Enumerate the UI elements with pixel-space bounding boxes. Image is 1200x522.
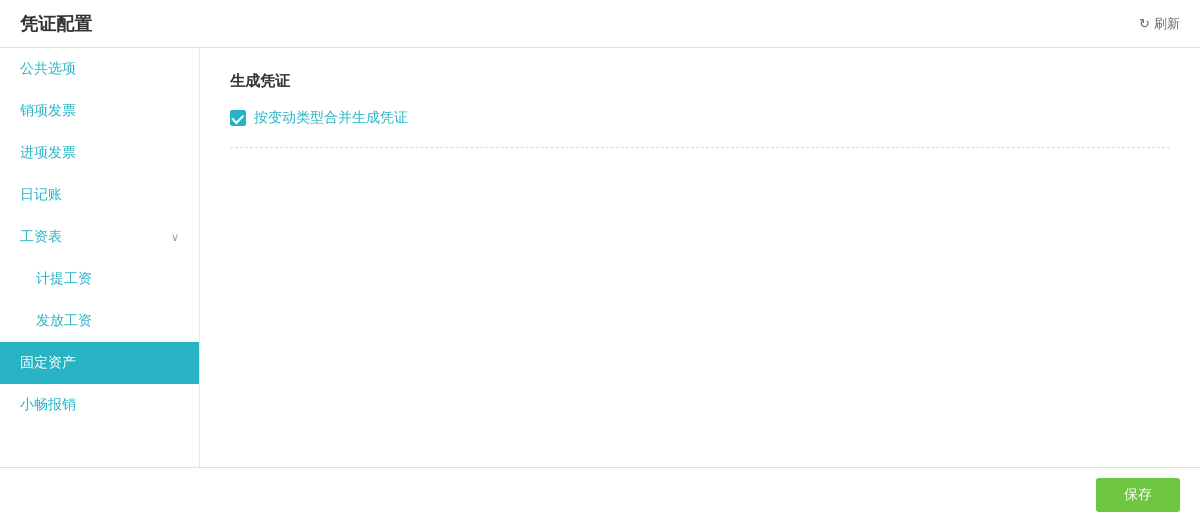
sidebar-item-label: 进项发票 bbox=[20, 144, 76, 162]
body-area: 公共选项 销项发票 进项发票 日记账 工资表 ∨ 计提工资 发放工资 固定资 bbox=[0, 48, 1200, 467]
page-title: 凭证配置 bbox=[20, 12, 92, 36]
sidebar: 公共选项 销项发票 进项发票 日记账 工资表 ∨ 计提工资 发放工资 固定资 bbox=[0, 48, 200, 467]
sidebar-item-label: 公共选项 bbox=[20, 60, 76, 78]
sidebar-item-label: 计提工资 bbox=[36, 270, 92, 288]
sidebar-item-expense-report[interactable]: 小畅报销 bbox=[0, 384, 199, 426]
sidebar-item-label: 工资表 bbox=[20, 228, 62, 246]
sidebar-item-payroll-table[interactable]: 工资表 ∨ bbox=[0, 216, 199, 258]
main-content: 生成凭证 按变动类型合并生成凭证 bbox=[200, 48, 1200, 467]
chevron-down-icon: ∨ bbox=[171, 231, 179, 244]
sidebar-item-label: 小畅报销 bbox=[20, 396, 76, 414]
checkbox-label[interactable]: 按变动类型合并生成凭证 bbox=[254, 109, 408, 127]
refresh-icon: ↻ bbox=[1139, 16, 1150, 31]
sidebar-item-purchase-invoice[interactable]: 进项发票 bbox=[0, 132, 199, 174]
sidebar-item-label: 固定资产 bbox=[20, 354, 76, 372]
merge-generate-checkbox[interactable] bbox=[230, 110, 246, 126]
sidebar-item-issue-salary[interactable]: 发放工资 bbox=[0, 300, 199, 342]
page-wrapper: 凭证配置 ↻ 刷新 公共选项 销项发票 进项发票 日记账 工资表 ∨ bbox=[0, 0, 1200, 522]
sidebar-item-sales-invoice[interactable]: 销项发票 bbox=[0, 90, 199, 132]
sidebar-item-public-options[interactable]: 公共选项 bbox=[0, 48, 199, 90]
sidebar-item-fixed-assets[interactable]: 固定资产 bbox=[0, 342, 199, 384]
refresh-label: 刷新 bbox=[1154, 15, 1180, 33]
header: 凭证配置 ↻ 刷新 bbox=[0, 0, 1200, 48]
footer: 保存 bbox=[0, 467, 1200, 522]
save-button[interactable]: 保存 bbox=[1096, 478, 1180, 512]
sidebar-item-journal[interactable]: 日记账 bbox=[0, 174, 199, 216]
sidebar-item-label: 发放工资 bbox=[36, 312, 92, 330]
section-divider bbox=[230, 147, 1170, 148]
sidebar-item-label: 销项发票 bbox=[20, 102, 76, 120]
refresh-button[interactable]: ↻ 刷新 bbox=[1139, 15, 1180, 33]
sidebar-item-label: 日记账 bbox=[20, 186, 62, 204]
sidebar-item-calc-salary[interactable]: 计提工资 bbox=[0, 258, 199, 300]
checkbox-row: 按变动类型合并生成凭证 bbox=[230, 109, 1170, 127]
section-title: 生成凭证 bbox=[230, 72, 1170, 91]
